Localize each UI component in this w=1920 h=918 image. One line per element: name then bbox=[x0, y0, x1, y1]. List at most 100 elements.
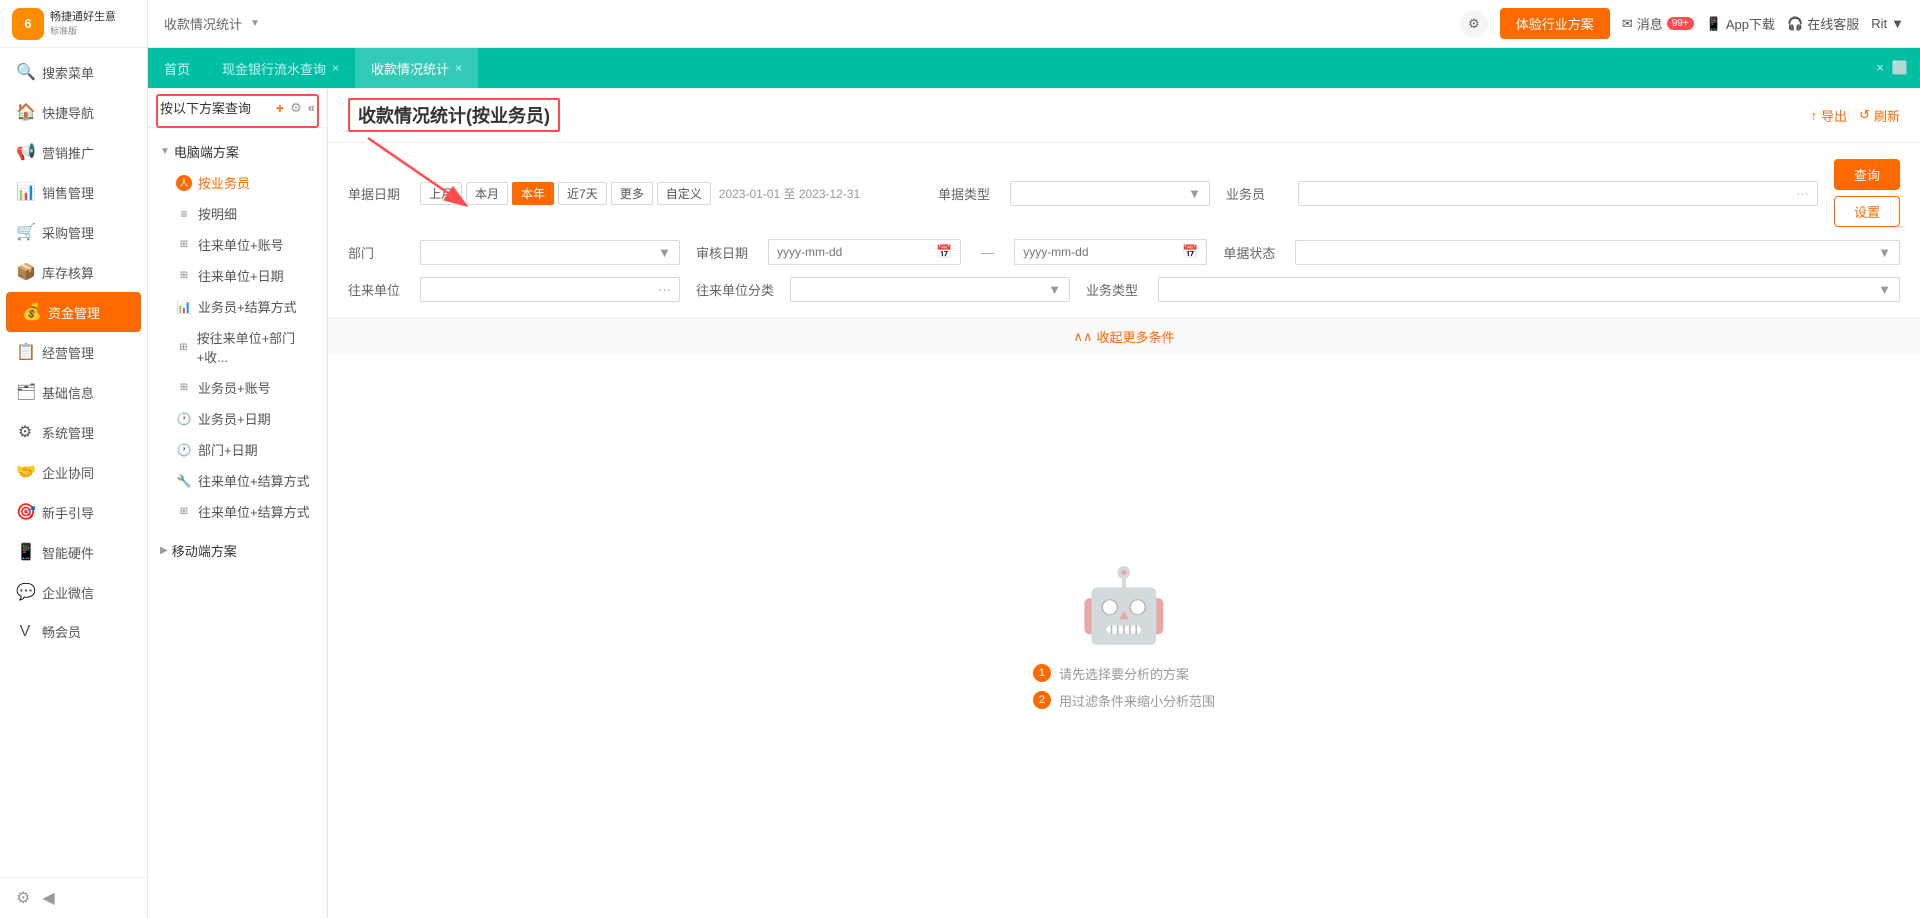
sidebar-item-marketing[interactable]: 📢 营销推广 bbox=[0, 132, 147, 172]
scheme-node-label: 业务员+账号 bbox=[198, 378, 271, 397]
sidebar: 6 畅捷通好生意 标准版 🔍 搜索菜单 🏠 快捷导航 📢 营销推广 📊 销售管理… bbox=[0, 0, 148, 918]
salesman-select[interactable]: ··· bbox=[1298, 181, 1818, 206]
audit-date-to-input[interactable] bbox=[1023, 245, 1178, 259]
sidebar-item-purchase[interactable]: 🛒 采购管理 bbox=[0, 212, 147, 252]
tab-receipt[interactable]: 收款情况统计 × bbox=[355, 48, 478, 88]
tab-bank[interactable]: 现金银行流水查询 × bbox=[206, 48, 355, 88]
footer-settings-icon[interactable]: ⚙ bbox=[16, 888, 30, 908]
doc-status-select[interactable]: ▼ bbox=[1295, 240, 1900, 265]
scheme-group-mobile-header[interactable]: ▶ 移动端方案 bbox=[148, 535, 327, 566]
dept-dropdown-icon: ▼ bbox=[658, 245, 671, 260]
window-maximize-icon[interactable]: ⬜ bbox=[1892, 60, 1908, 76]
dept-select[interactable]: ▼ bbox=[420, 240, 680, 265]
online-service-button[interactable]: 🎧 在线客服 bbox=[1787, 14, 1859, 33]
set-button[interactable]: 设置 bbox=[1834, 196, 1900, 227]
salesman-more-icon[interactable]: ··· bbox=[1796, 186, 1809, 201]
refresh-icon: ↺ bbox=[1859, 107, 1870, 123]
doc-type-select[interactable]: ▼ bbox=[1010, 181, 1210, 206]
trial-button[interactable]: 体验行业方案 bbox=[1500, 8, 1610, 39]
sidebar-item-quicknav[interactable]: 🏠 快捷导航 bbox=[0, 92, 147, 132]
scheme-node-salesman[interactable]: 人 按业务员 bbox=[148, 167, 327, 198]
collapse-bar[interactable]: ∧∧ 收起更多条件 bbox=[328, 319, 1920, 354]
date-label: 单据日期 bbox=[348, 184, 404, 203]
export-button[interactable]: ↑ 导出 bbox=[1811, 106, 1848, 125]
guide-icon: 🎯 bbox=[16, 502, 34, 522]
page-actions: ↑ 导出 ↺ 刷新 bbox=[1811, 106, 1900, 125]
scheme-node-salesman-settle[interactable]: 📊 业务员+结算方式 bbox=[148, 291, 327, 322]
empty-state: 🤖 1 请先选择要分析的方案 2 用过滤条件来缩小分析范围 bbox=[328, 354, 1920, 918]
sidebar-item-guide[interactable]: 🎯 新手引导 bbox=[0, 492, 147, 532]
scheme-node-unit-settle2[interactable]: ⊞ 往来单位+结算方式 bbox=[148, 496, 327, 527]
sidebar-item-label: 企业协同 bbox=[42, 463, 94, 482]
date-tab-more[interactable]: 更多 bbox=[611, 182, 653, 205]
tab-bank-close-icon[interactable]: × bbox=[332, 61, 339, 75]
audit-date-from-input[interactable] bbox=[777, 245, 932, 259]
sidebar-item-search[interactable]: 🔍 搜索菜单 bbox=[0, 52, 147, 92]
refresh-button[interactable]: ↺ 刷新 bbox=[1859, 106, 1900, 125]
scheme-node-unit-date[interactable]: ⊞ 往来单位+日期 bbox=[148, 260, 327, 291]
counterpart-more-icon[interactable]: ··· bbox=[658, 282, 671, 297]
scheme-collapse-icon[interactable]: « bbox=[308, 100, 315, 116]
date-sep: — bbox=[981, 245, 994, 260]
sidebar-item-member[interactable]: V 畅会员 bbox=[0, 612, 147, 651]
filter-row-2: 部门 ▼ 审核日期 📅 — 📅 bbox=[348, 239, 1900, 265]
sidebar-item-corp[interactable]: 🤝 企业协同 bbox=[0, 452, 147, 492]
sidebar-item-ops[interactable]: 📋 经营管理 bbox=[0, 332, 147, 372]
app-download-button[interactable]: 📱 App下载 bbox=[1706, 14, 1775, 33]
calendar-icon[interactable]: 📅 bbox=[936, 244, 952, 260]
scheme-node-salesman-date[interactable]: 🕐 业务员+日期 bbox=[148, 403, 327, 434]
scheme-node-label: 业务员+结算方式 bbox=[198, 297, 297, 316]
sidebar-item-label: 库存核算 bbox=[42, 263, 94, 282]
tab-home[interactable]: 首页 bbox=[148, 48, 206, 88]
scheme-node-detail[interactable]: ≡ 按明细 bbox=[148, 198, 327, 229]
scheme-node-unit-dept[interactable]: ⊞ 按往来单位+部门+收... bbox=[148, 322, 327, 372]
sidebar-item-label: 智能硬件 bbox=[42, 543, 94, 562]
btn-actions: 查询 设置 bbox=[1834, 159, 1900, 227]
date-tab-last-month[interactable]: 上月 bbox=[420, 182, 462, 205]
biz-type-select[interactable]: ▼ bbox=[1158, 277, 1900, 302]
footer-collapse-icon[interactable]: ◀ bbox=[42, 888, 54, 908]
date-tab-this-year[interactable]: 本年 bbox=[512, 182, 554, 205]
counterpart-cat-select[interactable]: ▼ bbox=[790, 277, 1070, 302]
scheme-node-salesman-account[interactable]: ⊞ 业务员+账号 bbox=[148, 372, 327, 403]
date-tab-this-month[interactable]: 本月 bbox=[466, 182, 508, 205]
gear-button[interactable]: ⚙ bbox=[1460, 10, 1488, 38]
home-icon: 🏠 bbox=[16, 102, 34, 122]
scheme-node-unit-account[interactable]: ⊞ 往来单位+账号 bbox=[148, 229, 327, 260]
tab-bar: 首页 现金银行流水查询 × 收款情况统计 × × ⬜ bbox=[148, 48, 1920, 88]
sidebar-item-hardware[interactable]: 📱 智能硬件 bbox=[0, 532, 147, 572]
sidebar-item-system[interactable]: ⚙ 系统管理 bbox=[0, 412, 147, 452]
empty-step-1: 1 请先选择要分析的方案 bbox=[1033, 664, 1215, 683]
sidebar-item-basic[interactable]: 🗂 基础信息 bbox=[0, 372, 147, 412]
scheme-add-icon[interactable]: + bbox=[276, 100, 284, 116]
mobile-group-label: 移动端方案 bbox=[172, 541, 237, 560]
breadcrumb-dropdown-icon[interactable]: ▼ bbox=[250, 18, 260, 29]
filter-results-wrapper: 收款情况统计(按业务员) ↑ 导出 ↺ 刷新 bbox=[328, 88, 1920, 918]
sidebar-item-sales[interactable]: 📊 销售管理 bbox=[0, 172, 147, 212]
tab-receipt-close-icon[interactable]: × bbox=[455, 61, 462, 75]
window-close-icon[interactable]: × bbox=[1876, 60, 1884, 76]
query-button[interactable]: 查询 bbox=[1834, 159, 1900, 190]
scheme-group-desktop-header[interactable]: ▼ 电脑端方案 bbox=[148, 136, 327, 167]
scheme-node-dept-date[interactable]: 🕐 部门+日期 bbox=[148, 434, 327, 465]
user-dropdown-icon: ▼ bbox=[1891, 16, 1904, 31]
counterpart-select[interactable]: ··· bbox=[420, 277, 680, 302]
date-tab-last7[interactable]: 近7天 bbox=[558, 182, 607, 205]
scheme-node-unit-settle1[interactable]: 🔧 往来单位+结算方式 bbox=[148, 465, 327, 496]
page-title: 收款情况统计(按业务员) bbox=[348, 98, 560, 132]
sidebar-item-label: 资金管理 bbox=[48, 303, 100, 322]
scheme-setting-icon[interactable]: ⚙ bbox=[290, 100, 302, 116]
audit-date-from[interactable]: 📅 bbox=[768, 239, 961, 265]
calendar-to-icon[interactable]: 📅 bbox=[1182, 244, 1198, 260]
collapse-icon: ∧∧ bbox=[1073, 329, 1092, 345]
sidebar-item-wechat[interactable]: 💬 企业微信 bbox=[0, 572, 147, 612]
sidebar-item-inventory[interactable]: 📦 库存核算 bbox=[0, 252, 147, 292]
salesman-label: 业务员 bbox=[1226, 184, 1282, 203]
sidebar-item-finance[interactable]: 💰 资金管理 bbox=[6, 292, 141, 332]
user-name: Rit bbox=[1871, 16, 1887, 31]
user-name-button[interactable]: Rit ▼ bbox=[1871, 16, 1904, 31]
doc-type-label: 单据类型 bbox=[938, 184, 994, 203]
audit-date-to[interactable]: 📅 bbox=[1014, 239, 1207, 265]
date-tab-custom[interactable]: 自定义 bbox=[657, 182, 711, 205]
message-button[interactable]: ✉ 消息 99+ bbox=[1622, 14, 1694, 33]
